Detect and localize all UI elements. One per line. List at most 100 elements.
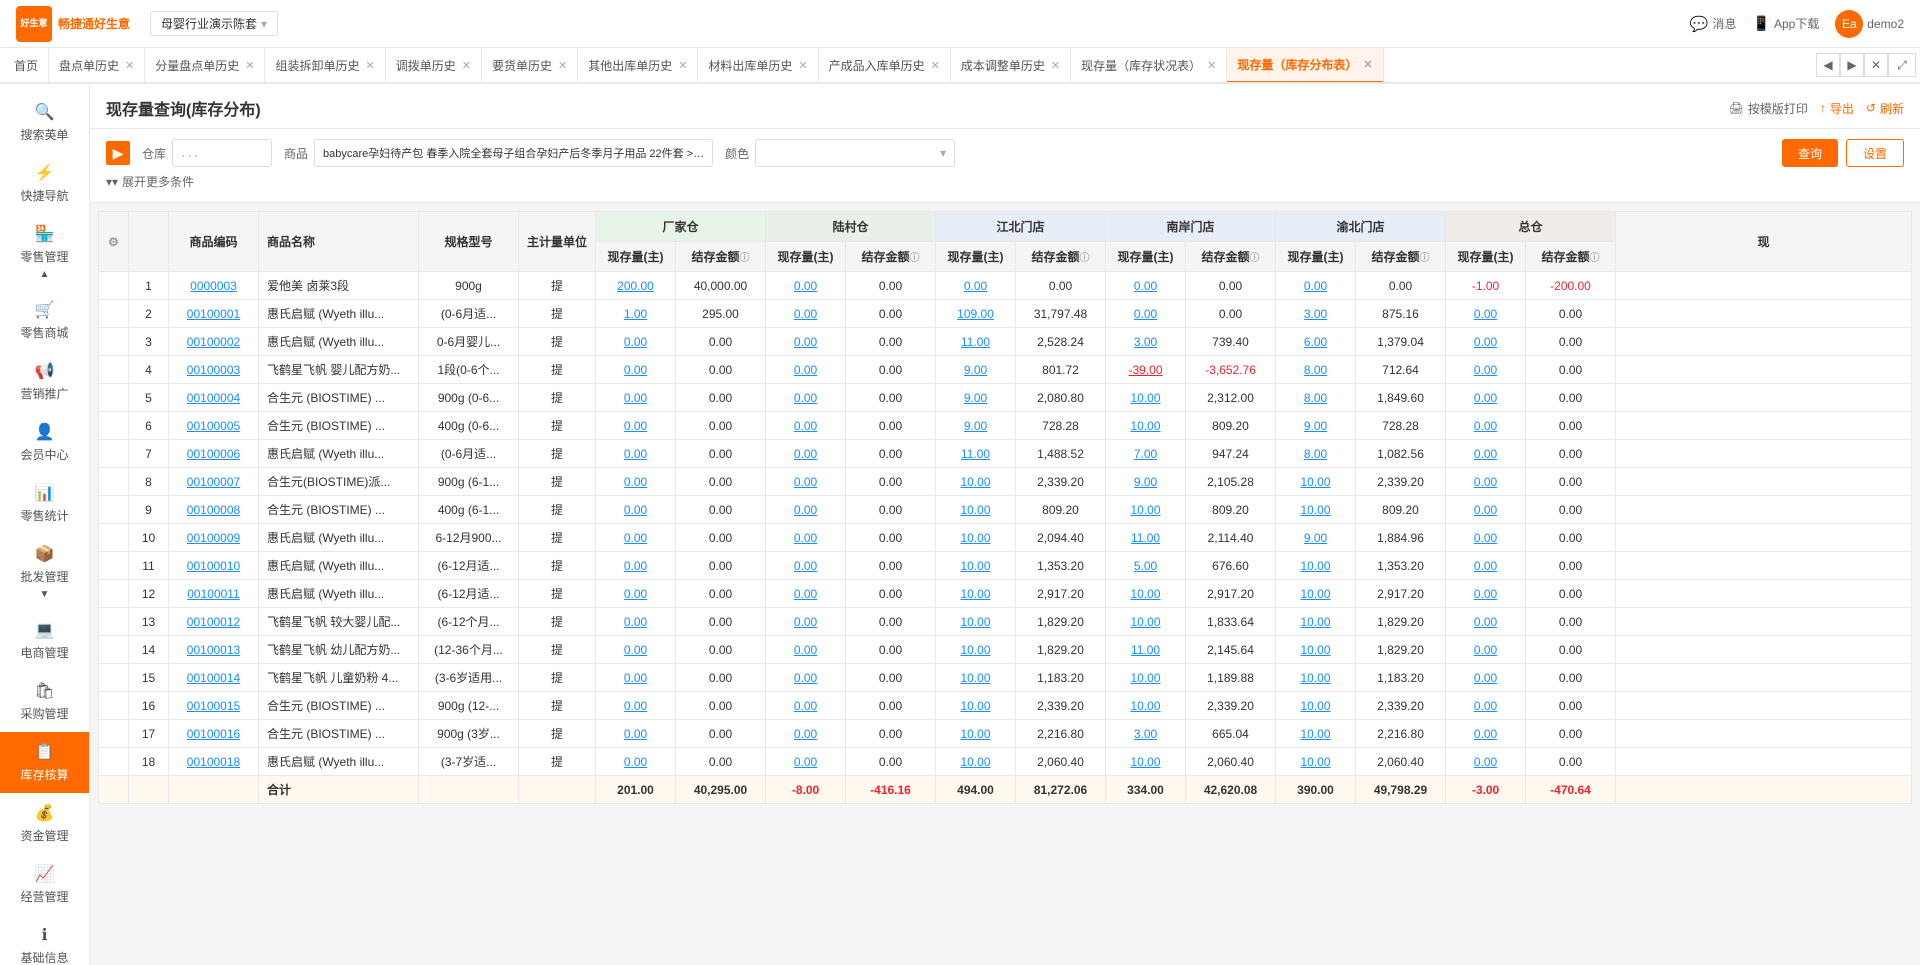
tab-order[interactable]: 要货单历史 ✕ xyxy=(482,48,578,83)
sidebar-label: 资金管理 xyxy=(20,827,68,844)
cell-yuebei-qty: 10.00 xyxy=(1276,496,1356,524)
color-input[interactable]: ▾ xyxy=(755,139,955,167)
tab-nav-arrows: ◀ ▶ ✕ ⤢ xyxy=(1816,53,1916,77)
filter-expand-btn[interactable]: ▶ xyxy=(106,141,130,165)
sidebar-item-operations[interactable]: 📈 经营管理 xyxy=(0,854,89,915)
sidebar-item-purchase[interactable]: 🛍 采购管理 xyxy=(0,671,89,732)
print-btn[interactable]: 🖨 按模版打印 xyxy=(1729,100,1808,117)
filter-warehouse: 仓库 ... xyxy=(142,139,272,167)
app-download-btn[interactable]: 📱 App下载 xyxy=(1753,15,1820,32)
info-icon[interactable]: ⓘ xyxy=(910,253,920,264)
tab-close-icon[interactable]: ✕ xyxy=(125,59,134,72)
info-icon[interactable]: ⓘ xyxy=(740,253,750,264)
sidebar-item-inventory[interactable]: 📋 库存核算 xyxy=(0,732,89,793)
cell-name: 惠氏启赋 (Wyeth illu... xyxy=(259,748,419,776)
tab-sub-stock[interactable]: 分量盘点单历史 ✕ xyxy=(145,48,265,83)
tab-assembly[interactable]: 组装拆卸单历史 ✕ xyxy=(265,48,385,83)
sidebar-item-retail-mgmt[interactable]: 🏪 零售管理 ▲ xyxy=(0,214,89,290)
warehouse-input[interactable]: ... xyxy=(172,139,272,167)
sidebar-item-nav[interactable]: ⚡ 快捷导航 xyxy=(0,153,89,214)
cell-yuebei-amt: 809.20 xyxy=(1356,496,1446,524)
info-icon[interactable]: ⓘ xyxy=(1080,253,1090,264)
filter-buttons: 查询 设置 xyxy=(1782,139,1904,167)
gear-icon[interactable]: ⚙ xyxy=(108,235,119,249)
cell-luchen-amt: 0.00 xyxy=(846,328,936,356)
settings-btn[interactable]: 设置 xyxy=(1846,139,1904,167)
tab-material-out[interactable]: 材料出库单历史 ✕ xyxy=(698,48,818,83)
refresh-btn[interactable]: ↺ 刷新 xyxy=(1866,100,1904,117)
tab-next-btn[interactable]: ▶ xyxy=(1840,53,1864,77)
cell-luchen-amt: 0.00 xyxy=(846,384,936,412)
cell-total-qty: 0.00 xyxy=(1446,440,1526,468)
tab-close-icon[interactable]: ✕ xyxy=(1051,59,1060,72)
cell-jiangbei-qty: 10.00 xyxy=(936,664,1016,692)
tab-home[interactable]: 首页 xyxy=(4,48,49,83)
tab-close-icon[interactable]: ✕ xyxy=(245,59,254,72)
th-nanan-amt: 结存金额ⓘ xyxy=(1186,242,1276,272)
tab-prev-btn[interactable]: ◀ xyxy=(1816,53,1840,77)
cell-seq: 3 xyxy=(129,328,169,356)
cell-settings xyxy=(99,664,129,692)
goods-input[interactable]: babycare孕妇待产包 春季入院全套母子组合孕妇产后冬季月子用品 22件套 … xyxy=(314,139,713,167)
th-settings[interactable]: ⚙ xyxy=(99,212,129,272)
info-icon[interactable]: ⓘ xyxy=(1590,253,1600,264)
sidebar-item-basic[interactable]: ℹ 基础信息 xyxy=(0,915,89,965)
filter-expand-link[interactable]: ▾▾ 展开更多条件 xyxy=(106,167,1904,192)
sidebar-label: 零售管理 xyxy=(20,248,68,265)
tab-maximize-btn[interactable]: ⤢ xyxy=(1888,53,1916,77)
table-head: ⚙ 商品编码 商品名称 规格型号 主计量单位 厂家仓 陆村仓 江北门店 南岸门店… xyxy=(99,212,1912,272)
tab-other-out[interactable]: 其他出库单历史 ✕ xyxy=(578,48,698,83)
sidebar-item-marketing[interactable]: 📢 营销推广 xyxy=(0,351,89,412)
dropdown-selector[interactable]: 母婴行业演示陈套 ▾ xyxy=(150,11,278,36)
sidebar-item-retail-store[interactable]: 🛒 零售商城 xyxy=(0,290,89,351)
tab-stock-record[interactable]: 盘点单历史 ✕ xyxy=(49,48,145,83)
sidebar-item-wholesale[interactable]: 📦 批发管理 ▼ xyxy=(0,534,89,610)
sidebar-item-retail-stats[interactable]: 📊 零售统计 xyxy=(0,473,89,534)
tab-transfer[interactable]: 调拨单历史 ✕ xyxy=(386,48,482,83)
tab-close-icon[interactable]: ✕ xyxy=(931,59,940,72)
cell-code: 00100008 xyxy=(169,496,259,524)
tab-close-icon[interactable]: ✕ xyxy=(798,59,807,72)
tab-label: 分量盘点单历史 xyxy=(155,57,239,74)
sidebar-item-member[interactable]: 👤 会员中心 xyxy=(0,412,89,473)
info-icon[interactable]: ⓘ xyxy=(1420,253,1430,264)
tab-close-icon[interactable]: ✕ xyxy=(1363,58,1372,71)
message-btn[interactable]: 💬 消息 xyxy=(1690,15,1737,33)
cell-factory-qty: 0.00 xyxy=(596,664,676,692)
refresh-label: 刷新 xyxy=(1880,100,1904,117)
cell-yuebei-amt: 1,082.56 xyxy=(1356,440,1446,468)
total-nanan-amt: 42,620.08 xyxy=(1186,776,1276,804)
topbar-left: 好生意 畅捷通好生意 母婴行业演示陈套 ▾ xyxy=(16,6,278,42)
tab-close-icon[interactable]: ✕ xyxy=(558,59,567,72)
tab-inventory-dist[interactable]: 现存量（库存分布表） ✕ xyxy=(1227,48,1383,83)
cell-yuebei-qty: 10.00 xyxy=(1276,552,1356,580)
sidebar: 🔍 搜索英单 ⚡ 快捷导航 🏪 零售管理 ▲ 🛒 零售商城 📢 营销推广 � xyxy=(0,84,90,965)
sidebar-item-finance[interactable]: 💰 资金管理 xyxy=(0,793,89,854)
table-container[interactable]: ⚙ 商品编码 商品名称 规格型号 主计量单位 厂家仓 陆村仓 江北门店 南岸门店… xyxy=(90,203,1920,965)
cell-current xyxy=(1616,496,1912,524)
tab-product-in[interactable]: 产成品入库单历史 ✕ xyxy=(819,48,951,83)
sidebar-item-ecommerce[interactable]: 💻 电商管理 xyxy=(0,610,89,671)
tab-close-icon[interactable]: ✕ xyxy=(678,59,687,72)
tab-label: 组装拆卸单历史 xyxy=(275,57,359,74)
cell-yuebei-amt: 2,216.80 xyxy=(1356,720,1446,748)
avatar-initial: Ea xyxy=(1842,17,1857,31)
tab-cost-adjust[interactable]: 成本调整单历史 ✕ xyxy=(951,48,1071,83)
tab-close-icon[interactable]: ✕ xyxy=(366,59,375,72)
cell-jiangbei-qty: 11.00 xyxy=(936,440,1016,468)
query-btn[interactable]: 查询 xyxy=(1782,139,1838,167)
info-icon[interactable]: ⓘ xyxy=(1250,253,1260,264)
export-btn[interactable]: ↑ 导出 xyxy=(1820,100,1854,117)
sidebar-item-search[interactable]: 🔍 搜索英单 xyxy=(0,92,89,153)
cell-unit: 提 xyxy=(519,524,596,552)
tab-inventory-status[interactable]: 现存量（库存状况表） ✕ xyxy=(1071,48,1227,83)
tab-close-icon[interactable]: ✕ xyxy=(462,59,471,72)
cell-luchen-qty: 0.00 xyxy=(766,412,846,440)
cell-name: 合生元(BIOSTIME)派... xyxy=(259,468,419,496)
cell-jiangbei-amt: 1,488.52 xyxy=(1016,440,1106,468)
user-area[interactable]: Ea demo2 xyxy=(1835,10,1904,38)
tab-close-icon[interactable]: ✕ xyxy=(1207,59,1216,72)
tab-close-all-btn[interactable]: ✕ xyxy=(1864,53,1888,77)
cell-spec: 900g xyxy=(419,272,519,300)
goods-label: 商品 xyxy=(284,145,308,162)
